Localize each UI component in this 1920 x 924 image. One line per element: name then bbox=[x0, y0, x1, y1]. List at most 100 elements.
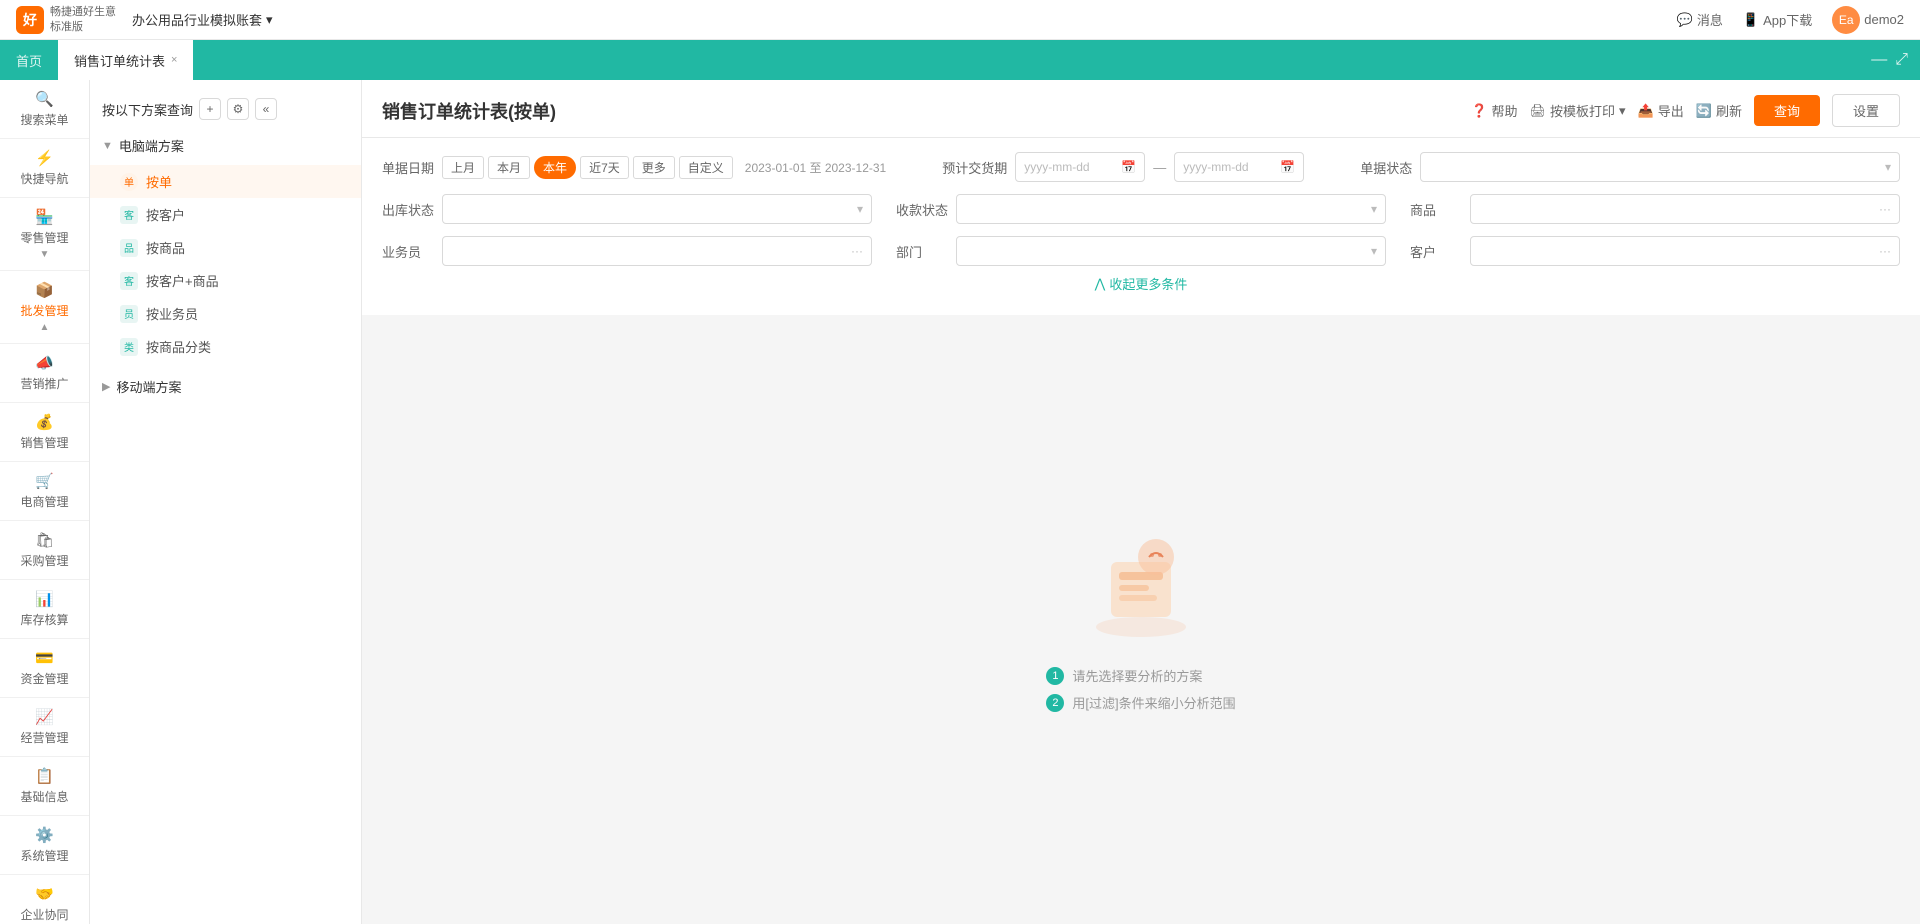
template-print-btn[interactable]: 🖨 按模板打印 ▾ bbox=[1530, 101, 1626, 120]
date-range-text: 2023-01-01 至 2023-12-31 bbox=[745, 159, 886, 176]
sidebar: 🔍 搜索菜单 ⚡ 快捷导航 🏪 零售管理 ▼ 📦 批发管理 ▲ bbox=[0, 80, 90, 924]
date-btn-this-month[interactable]: 本月 bbox=[488, 156, 530, 179]
sidebar-item-sales[interactable]: 💰 销售管理 bbox=[0, 403, 89, 462]
pc-section-header[interactable]: ▼ 电脑端方案 bbox=[90, 130, 361, 161]
shipment-select[interactable]: ▾ bbox=[442, 194, 872, 224]
date-separator: — bbox=[1153, 160, 1166, 175]
tab-close-icon[interactable]: × bbox=[171, 54, 177, 66]
avatar: Ea bbox=[1832, 6, 1860, 34]
tab-bar-actions: — ⤢ bbox=[1871, 51, 1920, 69]
sidebar-item-ecommerce[interactable]: 🛒 电商管理 bbox=[0, 462, 89, 521]
top-bar-left: 好 畅捷通好生意 标准版 办公用品行业模拟账套 ▾ bbox=[16, 5, 281, 34]
user-menu[interactable]: Ea demo2 bbox=[1832, 6, 1904, 34]
scheme-by-salesperson[interactable]: 员 按业务员 bbox=[90, 297, 361, 330]
salesperson-field: 业务员 ··· bbox=[382, 236, 872, 266]
settings-button[interactable]: 设置 bbox=[1832, 94, 1900, 127]
tab-maximize-icon[interactable]: ⤢ bbox=[1895, 51, 1908, 69]
collapse-filter-btn[interactable]: ⋀ 收起更多条件 bbox=[382, 266, 1900, 301]
print-chevron-icon: ▾ bbox=[1619, 103, 1626, 119]
export-icon: 📤 bbox=[1638, 103, 1654, 119]
sidebar-item-inventory[interactable]: 📊 库存核算 bbox=[0, 580, 89, 639]
sidebar-item-basic[interactable]: 📋 基础信息 bbox=[0, 757, 89, 816]
refresh-icon: 🔄 bbox=[1696, 103, 1712, 119]
tab-order-stats[interactable]: 销售订单统计表 × bbox=[58, 40, 193, 80]
add-scheme-btn[interactable]: + bbox=[199, 98, 221, 120]
calendar-start-icon: 📅 bbox=[1121, 160, 1136, 174]
logo-icon: 好 bbox=[16, 6, 44, 34]
page-header: 销售订单统计表(按单) ❓ 帮助 🖨 按模板打印 ▾ 📤 导出 bbox=[362, 80, 1920, 138]
top-bar: 好 畅捷通好生意 标准版 办公用品行业模拟账套 ▾ 💬 消息 📱 App下载 E… bbox=[0, 0, 1920, 40]
sidebar-item-quick-nav[interactable]: ⚡ 快捷导航 bbox=[0, 139, 89, 198]
main-content: 销售订单统计表(按单) ❓ 帮助 🖨 按模板打印 ▾ 📤 导出 bbox=[362, 80, 1920, 924]
filter-row-3: 业务员 ··· 部门 ▾ 客户 bbox=[382, 236, 1900, 266]
search-icon: 🔍 bbox=[35, 90, 54, 108]
expected-date-start[interactable]: yyyy-mm-dd 📅 bbox=[1015, 152, 1145, 182]
goods-input[interactable]: ··· bbox=[1470, 194, 1900, 224]
logo-text: 畅捷通好生意 标准版 bbox=[50, 5, 116, 34]
tip-num-2: 2 bbox=[1046, 694, 1064, 712]
payment-select[interactable]: ▾ bbox=[956, 194, 1386, 224]
export-btn[interactable]: 📤 导出 bbox=[1638, 101, 1684, 120]
scheme-by-order[interactable]: 单 按单 bbox=[90, 165, 361, 198]
expected-date-end[interactable]: yyyy-mm-dd 📅 bbox=[1174, 152, 1304, 182]
query-button[interactable]: 查询 bbox=[1754, 95, 1820, 126]
salesperson-scheme-icon: 员 bbox=[120, 305, 138, 323]
status-select[interactable]: ▾ bbox=[1420, 152, 1900, 182]
mobile-icon: 📱 bbox=[1743, 12, 1759, 28]
mobile-section-header[interactable]: ▶ 移动端方案 bbox=[90, 371, 361, 402]
chevron-down-icon: ▼ bbox=[40, 249, 50, 260]
app-download-btn[interactable]: 📱 App下载 bbox=[1743, 10, 1812, 29]
scheme-by-goods[interactable]: 品 按商品 bbox=[90, 231, 361, 264]
company-selector[interactable]: 办公用品行业模拟账套 ▾ bbox=[124, 10, 281, 29]
chevron-up-icon: ▲ bbox=[40, 322, 50, 333]
pc-section-items: 单 按单 客 按客户 品 按商品 客 按客户+商品 bbox=[90, 161, 361, 367]
tab-minimize-icon[interactable]: — bbox=[1871, 51, 1887, 69]
sidebar-item-finance[interactable]: 💳 资金管理 bbox=[0, 639, 89, 698]
sidebar-item-wholesale[interactable]: 📦 批发管理 ▲ bbox=[0, 271, 89, 344]
scheme-by-customer[interactable]: 客 按客户 bbox=[90, 198, 361, 231]
top-bar-right: 💬 消息 📱 App下载 Ea demo2 bbox=[1677, 6, 1904, 34]
message-btn[interactable]: 💬 消息 bbox=[1677, 10, 1723, 29]
status-label: 单据状态 bbox=[1360, 158, 1412, 177]
refresh-btn[interactable]: 🔄 刷新 bbox=[1696, 101, 1742, 120]
goods-dots-icon: ··· bbox=[1879, 202, 1891, 216]
tab-home[interactable]: 首页 bbox=[0, 40, 58, 80]
collapse-panel-btn[interactable]: « bbox=[255, 98, 277, 120]
sidebar-item-retail[interactable]: 🏪 零售管理 ▼ bbox=[0, 198, 89, 271]
sidebar-item-operation[interactable]: 📈 经营管理 bbox=[0, 698, 89, 757]
cg-scheme-icon: 客 bbox=[120, 272, 138, 290]
scheme-by-customer-goods[interactable]: 客 按客户+商品 bbox=[90, 264, 361, 297]
salesperson-input[interactable]: ··· bbox=[442, 236, 872, 266]
customer-input[interactable]: ··· bbox=[1470, 236, 1900, 266]
salesperson-dots-icon: ··· bbox=[851, 244, 863, 258]
date-btn-last-month[interactable]: 上月 bbox=[442, 156, 484, 179]
left-panel: 按以下方案查询 + ⚙ « ▼ 电脑端方案 单 按单 客 按客户 bbox=[90, 80, 362, 924]
scheme-settings-btn[interactable]: ⚙ bbox=[227, 98, 249, 120]
sidebar-item-system[interactable]: ⚙️ 系统管理 bbox=[0, 816, 89, 875]
shipment-label: 出库状态 bbox=[382, 200, 434, 219]
order-stats-tab-label: 销售订单统计表 bbox=[74, 51, 165, 70]
department-select[interactable]: ▾ bbox=[956, 236, 1386, 266]
system-icon: ⚙️ bbox=[35, 826, 54, 844]
sidebar-item-cooperation[interactable]: 🤝 企业协同 bbox=[0, 875, 89, 924]
print-icon: 🖨 bbox=[1530, 103, 1547, 119]
department-chevron-icon: ▾ bbox=[1371, 244, 1377, 258]
date-btn-7days[interactable]: 近7天 bbox=[580, 156, 629, 179]
goods-label: 商品 bbox=[1410, 200, 1462, 219]
sidebar-item-marketing[interactable]: 📣 营销推广 bbox=[0, 344, 89, 403]
customer-dots-icon: ··· bbox=[1879, 244, 1891, 258]
sidebar-item-purchase[interactable]: 🛍 采购管理 bbox=[0, 521, 89, 580]
shipment-chevron-icon: ▾ bbox=[857, 202, 863, 216]
sidebar-item-search-menu[interactable]: 🔍 搜索菜单 bbox=[0, 80, 89, 139]
department-field: 部门 ▾ bbox=[896, 236, 1386, 266]
main-layout: 🔍 搜索菜单 ⚡ 快捷导航 🏪 零售管理 ▼ 📦 批发管理 ▲ bbox=[0, 80, 1920, 924]
payment-label: 收款状态 bbox=[896, 200, 948, 219]
scheme-by-category[interactable]: 类 按商品分类 bbox=[90, 330, 361, 363]
date-btn-custom[interactable]: 自定义 bbox=[679, 156, 733, 179]
date-shortcuts: 上月 本月 本年 近7天 更多 自定义 bbox=[442, 156, 733, 179]
date-btn-this-year[interactable]: 本年 bbox=[534, 156, 576, 179]
page-title: 销售订单统计表(按单) bbox=[382, 98, 556, 124]
date-btn-more[interactable]: 更多 bbox=[633, 156, 675, 179]
message-icon: 💬 bbox=[1677, 12, 1693, 28]
help-btn[interactable]: ❓ 帮助 bbox=[1471, 101, 1517, 120]
